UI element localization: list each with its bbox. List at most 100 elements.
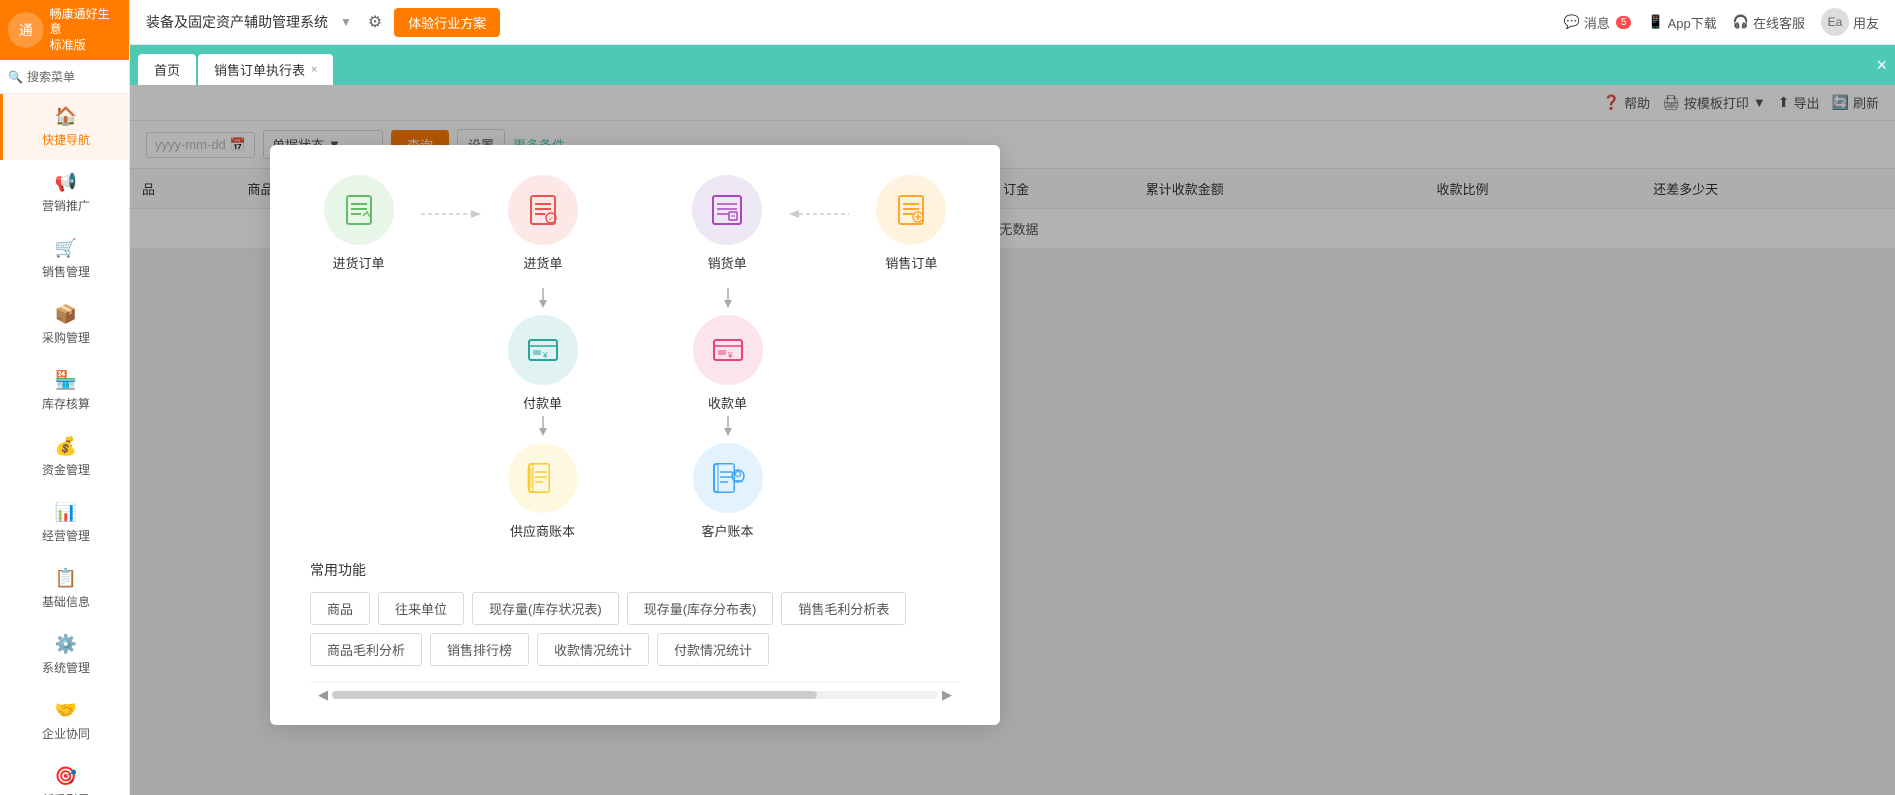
flow-node-payment-bill[interactable]: ¥ 付款单 [508, 315, 578, 412]
tab-home-label: 首页 [154, 60, 180, 79]
search-icon: 🔍 [8, 70, 23, 84]
common-functions: 常用功能 商品 往来单位 现存量(库存状况表) 现存量(库存分布表) 销售毛利分… [310, 560, 960, 666]
sidebar-item-basic-info[interactable]: 📋 基础信息 [0, 556, 129, 622]
message-icon: 💬 [1564, 14, 1580, 30]
sidebar-item-inventory[interactable]: 🏪 库存核算 [0, 358, 129, 424]
func-btn-stock-dist[interactable]: 现存量(库存分布表) [627, 592, 774, 625]
download-icon: 📱 [1647, 14, 1663, 30]
tab-close-icon[interactable]: × [311, 64, 317, 76]
flow-node-purchase-order[interactable]: 进货订单 [324, 175, 394, 272]
tab-sales-order[interactable]: 销售订单执行表 × [198, 54, 333, 85]
newbie-icon: 🎯 [55, 766, 77, 787]
sales-bill-icon [709, 192, 745, 228]
flow-node-purchase-bill[interactable]: ✓ 进货单 [508, 175, 578, 272]
flow-node-supplier-ledger[interactable]: 供应商账本 [508, 443, 578, 540]
cooperation-icon: 🤝 [55, 700, 77, 721]
flow-node-sales-order[interactable]: 销售订单 [876, 175, 946, 272]
main-area: 装备及固定资产辅助管理系统 ▼ ⚙ 体验行业方案 💬 消息 5 📱 App下载 … [130, 0, 1895, 795]
purchase-order-circle [324, 175, 394, 245]
sidebar-nav: 🏠 快捷导航 📢 营销推广 🛒 销售管理 📦 采购管理 🏪 库存核算 💰 [0, 94, 129, 795]
receipt-bill-circle: ¥ [693, 315, 763, 385]
func-btn-partner[interactable]: 往来单位 [378, 592, 464, 625]
sidebar-item-newbie-label: 新手引导 [42, 791, 90, 795]
svg-text:¥: ¥ [727, 351, 733, 360]
func-btn-payment-stats[interactable]: 付款情况统计 [657, 633, 769, 666]
sidebar-item-quick-nav[interactable]: 🏠 快捷导航 [0, 94, 129, 160]
svg-text:¥: ¥ [542, 351, 548, 360]
messages-btn[interactable]: 💬 消息 5 [1564, 13, 1632, 32]
sidebar-item-operation[interactable]: 📊 经营管理 [0, 490, 129, 556]
purchase-icon: 📦 [55, 304, 77, 325]
scroll-left-arrow[interactable]: ◀ [318, 687, 328, 703]
func-btn-stock-status[interactable]: 现存量(库存状况表) [472, 592, 619, 625]
sales-icon: 🛒 [55, 238, 77, 259]
flow-node-sales-bill[interactable]: 销货单 [692, 175, 762, 272]
modal-dialog: 进货订单 [270, 145, 1000, 725]
sidebar-item-newbie[interactable]: 🎯 新手引导 [0, 754, 129, 795]
receipt-bill-icon: ¥ [710, 332, 746, 368]
flow-node-customer-ledger[interactable]: 客户账本 [693, 443, 763, 540]
purchase-bill-circle: ✓ [508, 175, 578, 245]
sidebar-item-marketing[interactable]: 📢 营销推广 [0, 160, 129, 226]
app-download-btn[interactable]: 📱 App下载 [1647, 13, 1716, 32]
inventory-icon: 🏪 [55, 370, 77, 391]
system-dropdown-icon[interactable]: ▼ [340, 15, 352, 29]
sidebar-item-operation-label: 经营管理 [42, 527, 90, 544]
experience-btn[interactable]: 体验行业方案 [394, 8, 500, 37]
sidebar-item-cooperation-label: 企业协同 [42, 725, 90, 742]
flow-node-receipt-bill[interactable]: ¥ 收款单 [693, 315, 763, 412]
supplier-ledger-icon [525, 460, 561, 496]
sidebar-item-system[interactable]: ⚙️ 系统管理 [0, 622, 129, 688]
func-btn-product-profit[interactable]: 商品毛利分析 [310, 633, 422, 666]
arrow-right-1 [421, 204, 481, 224]
search-menu[interactable]: 🔍 搜索菜单 [0, 60, 129, 94]
supplier-ledger-label: 供应商账本 [510, 521, 575, 540]
system-icon: ⚙️ [55, 634, 77, 655]
online-service-btn[interactable]: 🎧 在线客服 [1733, 13, 1805, 32]
tab-sales-order-label: 销售订单执行表 [214, 60, 305, 79]
purchase-bill-label: 进货单 [523, 253, 562, 272]
service-icon: 🎧 [1733, 14, 1749, 30]
func-btn-product[interactable]: 商品 [310, 592, 370, 625]
user-menu[interactable]: Ea 用友 [1821, 8, 1879, 36]
func-btn-sales-profit[interactable]: 销售毛利分析表 [781, 592, 906, 625]
avatar: Ea [1821, 8, 1849, 36]
customer-ledger-icon [710, 460, 746, 496]
tab-bar-close-btn[interactable]: × [1876, 56, 1887, 74]
arrow-down-supplier [533, 416, 553, 436]
func-btn-receipt-stats[interactable]: 收款情况统计 [537, 633, 649, 666]
operation-icon: 📊 [55, 502, 77, 523]
sales-order-circle [876, 175, 946, 245]
sidebar-item-cooperation[interactable]: 🤝 企业协同 [0, 688, 129, 754]
purchase-order-label: 进货订单 [333, 253, 385, 272]
svg-text:通: 通 [19, 23, 33, 38]
sidebar-item-finance[interactable]: 💰 资金管理 [0, 424, 129, 490]
sidebar-item-sales-label: 销售管理 [42, 263, 90, 280]
scroll-thumb [332, 691, 817, 699]
sidebar-item-system-label: 系统管理 [42, 659, 90, 676]
marketing-icon: 📢 [55, 172, 77, 193]
header-right: 💬 消息 5 📱 App下载 🎧 在线客服 Ea 用友 [1564, 8, 1879, 36]
sidebar-item-sales[interactable]: 🛒 销售管理 [0, 226, 129, 292]
sidebar-item-marketing-label: 营销推广 [42, 197, 90, 214]
scroll-right-arrow[interactable]: ▶ [942, 687, 952, 703]
sidebar-item-finance-label: 资金管理 [42, 461, 90, 478]
func-btn-sales-rank[interactable]: 销售排行榜 [430, 633, 529, 666]
basic-info-icon: 📋 [55, 568, 77, 589]
sidebar-item-purchase[interactable]: 📦 采购管理 [0, 292, 129, 358]
customer-ledger-circle [693, 443, 763, 513]
search-menu-label: 搜索菜单 [27, 68, 75, 85]
logo-line1: 畅康通好生意 [50, 7, 121, 38]
modal-overlay[interactable]: 进货订单 [130, 85, 1895, 795]
supplier-ledger-circle [508, 443, 578, 513]
system-title: 装备及固定资产辅助管理系统 [146, 12, 328, 32]
sales-bill-label: 销货单 [708, 253, 747, 272]
common-functions-title: 常用功能 [310, 560, 960, 580]
scroll-track[interactable] [332, 691, 938, 699]
sidebar-item-inventory-label: 库存核算 [42, 395, 90, 412]
system-settings-icon[interactable]: ⚙ [368, 12, 382, 32]
arrow-down-receipt [718, 288, 738, 308]
finance-icon: 💰 [55, 436, 77, 457]
tab-home[interactable]: 首页 [138, 54, 196, 85]
modal-content: 进货订单 [270, 145, 1000, 725]
